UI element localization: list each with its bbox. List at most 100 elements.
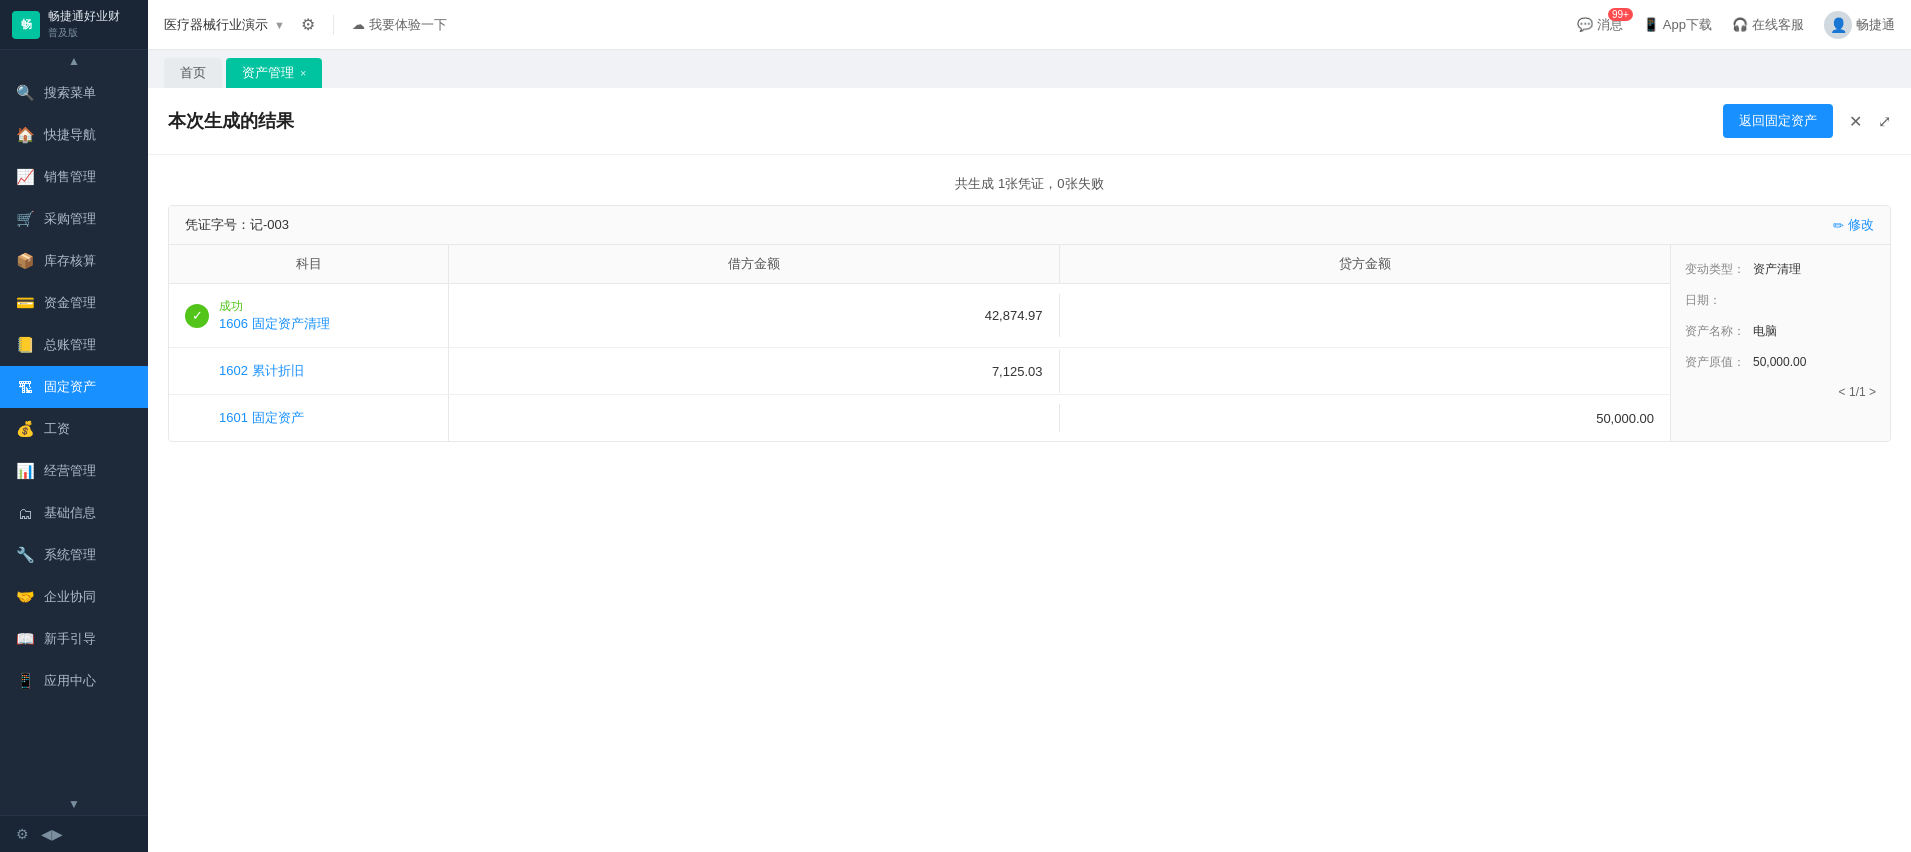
message-icon: 💬 xyxy=(1577,17,1593,32)
return-button[interactable]: 返回固定资产 xyxy=(1723,104,1833,138)
sidebar-item-label: 固定资产 xyxy=(44,378,96,396)
settings-icon[interactable]: ⚙ xyxy=(301,15,315,34)
management-icon: 📊 xyxy=(16,462,34,480)
edit-icon: ✏ xyxy=(1833,218,1844,233)
sales-icon: 📈 xyxy=(16,168,34,186)
sidebar-item-salary[interactable]: 💰 工资 xyxy=(0,408,148,450)
sidebar-item-label: 快捷导航 xyxy=(44,126,96,144)
row-2-account: 1602 累计折旧 xyxy=(169,348,449,394)
tab-home[interactable]: 首页 xyxy=(164,58,222,88)
sidebar-item-app-center[interactable]: 📱 应用中心 xyxy=(0,660,148,702)
info-asset-value: 资产原值： 50,000.00 xyxy=(1685,354,1876,371)
expand-icon[interactable]: ⤢ xyxy=(1878,112,1891,131)
sidebar-item-enterprise[interactable]: 🤝 企业协同 xyxy=(0,576,148,618)
avatar: 👤 xyxy=(1824,11,1852,39)
page-info: 1/1 xyxy=(1849,385,1869,399)
sidebar-scroll-up[interactable]: ▲ xyxy=(0,50,148,72)
sidebar-item-management[interactable]: 📊 经营管理 xyxy=(0,450,148,492)
col-header-credit: 贷方金额 xyxy=(1060,245,1671,283)
app-center-icon: 📱 xyxy=(16,672,34,690)
search-icon: 🔍 xyxy=(16,84,34,102)
pagination: < 1/1 > xyxy=(1685,385,1876,399)
sidebar-item-search[interactable]: 🔍 搜索菜单 xyxy=(0,72,148,114)
sidebar-item-label: 经营管理 xyxy=(44,462,96,480)
company-selector[interactable]: 医疗器械行业演示 ▼ xyxy=(164,16,285,34)
voucher-info-panel: 变动类型： 资产清理 日期： 资产名称： 电脑 xyxy=(1670,245,1890,441)
account-link[interactable]: 1601 固定资产 xyxy=(219,409,304,427)
salary-icon: 💰 xyxy=(16,420,34,438)
sidebar-item-label: 销售管理 xyxy=(44,168,96,186)
brand-name: 畅捷通好业财 xyxy=(48,9,120,25)
sidebar-item-quick-nav[interactable]: 🏠 快捷导航 xyxy=(0,114,148,156)
sidebar-item-label: 总账管理 xyxy=(44,336,96,354)
tab-bar: 首页 资产管理 × xyxy=(148,50,1911,88)
app-download-btn[interactable]: 📱 App下载 xyxy=(1643,16,1712,34)
cloud-icon: ☁ xyxy=(352,17,365,32)
status-badge: 成功 xyxy=(219,298,330,315)
service-icon: 🎧 xyxy=(1732,17,1748,32)
nav-divider xyxy=(333,15,334,35)
sidebar-item-funds[interactable]: 💳 资金管理 xyxy=(0,282,148,324)
message-btn[interactable]: 💬 消息 99+ xyxy=(1577,16,1623,34)
tab-close-icon[interactable]: × xyxy=(300,67,306,79)
edit-label: 修改 xyxy=(1848,216,1874,234)
voucher-card-header: 凭证字号：记-003 ✏ 修改 xyxy=(169,206,1890,245)
row-3-account: 1601 固定资产 xyxy=(169,395,449,441)
edit-button[interactable]: ✏ 修改 xyxy=(1833,216,1874,234)
collapse-icon[interactable]: ◀▶ xyxy=(41,826,63,842)
row-3-debit xyxy=(449,404,1060,432)
status-labels: 成功 1606 固定资产清理 xyxy=(219,298,330,333)
experience-btn[interactable]: ☁ 我要体验一下 xyxy=(352,16,447,34)
prev-page[interactable]: < xyxy=(1839,385,1846,399)
voucher-number: 凭证字号：记-003 xyxy=(185,216,289,234)
next-page[interactable]: > xyxy=(1869,385,1876,399)
table-row: ✓ 成功 1606 固定资产清理 42,874.97 xyxy=(169,284,1670,348)
close-icon[interactable]: ✕ xyxy=(1849,112,1862,131)
tab-asset-management[interactable]: 资产管理 × xyxy=(226,58,322,88)
col-header-debit: 借方金额 xyxy=(449,245,1060,283)
tab-asset-management-label: 资产管理 xyxy=(242,64,294,82)
user-avatar-btn[interactable]: 👤 畅捷通 xyxy=(1824,11,1895,39)
user-name: 畅捷通 xyxy=(1856,16,1895,34)
sidebar-item-label: 工资 xyxy=(44,420,70,438)
enterprise-icon: 🤝 xyxy=(16,588,34,606)
info-change-type: 变动类型： 资产清理 xyxy=(1685,261,1876,278)
success-icon: ✓ xyxy=(185,304,209,328)
voucher-main: 科目 借方金额 贷方金额 ✓ 成功 1606 固定资产清 xyxy=(169,245,1670,441)
sidebar-item-ledger[interactable]: 📒 总账管理 xyxy=(0,324,148,366)
account-link[interactable]: 1606 固定资产清理 xyxy=(219,315,330,333)
sidebar-item-sales[interactable]: 📈 销售管理 xyxy=(0,156,148,198)
sidebar-item-guide[interactable]: 📖 新手引导 xyxy=(0,618,148,660)
row-3-credit: 50,000.00 xyxy=(1060,397,1671,440)
info-asset-name: 资产名称： 电脑 xyxy=(1685,323,1876,340)
sidebar-scroll-down[interactable]: ▼ xyxy=(0,793,148,815)
edition-label: 普及版 xyxy=(48,26,120,40)
sidebar-item-label: 库存核算 xyxy=(44,252,96,270)
sidebar-item-purchase[interactable]: 🛒 采购管理 xyxy=(0,198,148,240)
brand-info: 畅捷通好业财 普及版 xyxy=(48,9,120,40)
topnav-right: 💬 消息 99+ 📱 App下载 🎧 在线客服 👤 畅捷通 xyxy=(1577,11,1895,39)
row-1-account: ✓ 成功 1606 固定资产清理 xyxy=(169,284,449,347)
online-service-btn[interactable]: 🎧 在线客服 xyxy=(1732,16,1804,34)
sidebar-item-label: 应用中心 xyxy=(44,672,96,690)
sidebar-header: 畅 畅捷通好业财 普及版 xyxy=(0,0,148,50)
result-summary: 共生成 1张凭证，0张失败 xyxy=(148,155,1911,205)
quick-nav-icon: 🏠 xyxy=(16,126,34,144)
guide-icon: 📖 xyxy=(16,630,34,648)
online-service-label: 在线客服 xyxy=(1752,16,1804,34)
date-label: 日期： xyxy=(1685,292,1721,309)
sidebar-item-basic-info[interactable]: 🗂 基础信息 xyxy=(0,492,148,534)
asset-value-label: 资产原值： xyxy=(1685,354,1745,371)
table-row: 1602 累计折旧 7,125.03 xyxy=(169,348,1670,395)
content-area: 首页 资产管理 × 本次生成的结果 返回固定资产 ✕ ⤢ 共生成 1张凭证，0张… xyxy=(148,50,1911,852)
sidebar: 畅 畅捷通好业财 普及版 ▲ 🔍 搜索菜单 🏠 快捷导航 📈 销售管理 🛒 采购… xyxy=(0,0,148,852)
sidebar-item-fixed-assets[interactable]: 🏗 固定资产 xyxy=(0,366,148,408)
chevron-down-icon: ▼ xyxy=(274,19,285,31)
sidebar-item-system[interactable]: 🔧 系统管理 xyxy=(0,534,148,576)
sidebar-item-inventory[interactable]: 📦 库存核算 xyxy=(0,240,148,282)
row-2-debit: 7,125.03 xyxy=(449,350,1060,393)
page-content: 本次生成的结果 返回固定资产 ✕ ⤢ 共生成 1张凭证，0张失败 凭证字号：记-… xyxy=(148,88,1911,852)
settings-footer-icon[interactable]: ⚙ xyxy=(16,826,29,842)
account-link[interactable]: 1602 累计折旧 xyxy=(219,362,304,380)
change-type-label: 变动类型： xyxy=(1685,261,1745,278)
